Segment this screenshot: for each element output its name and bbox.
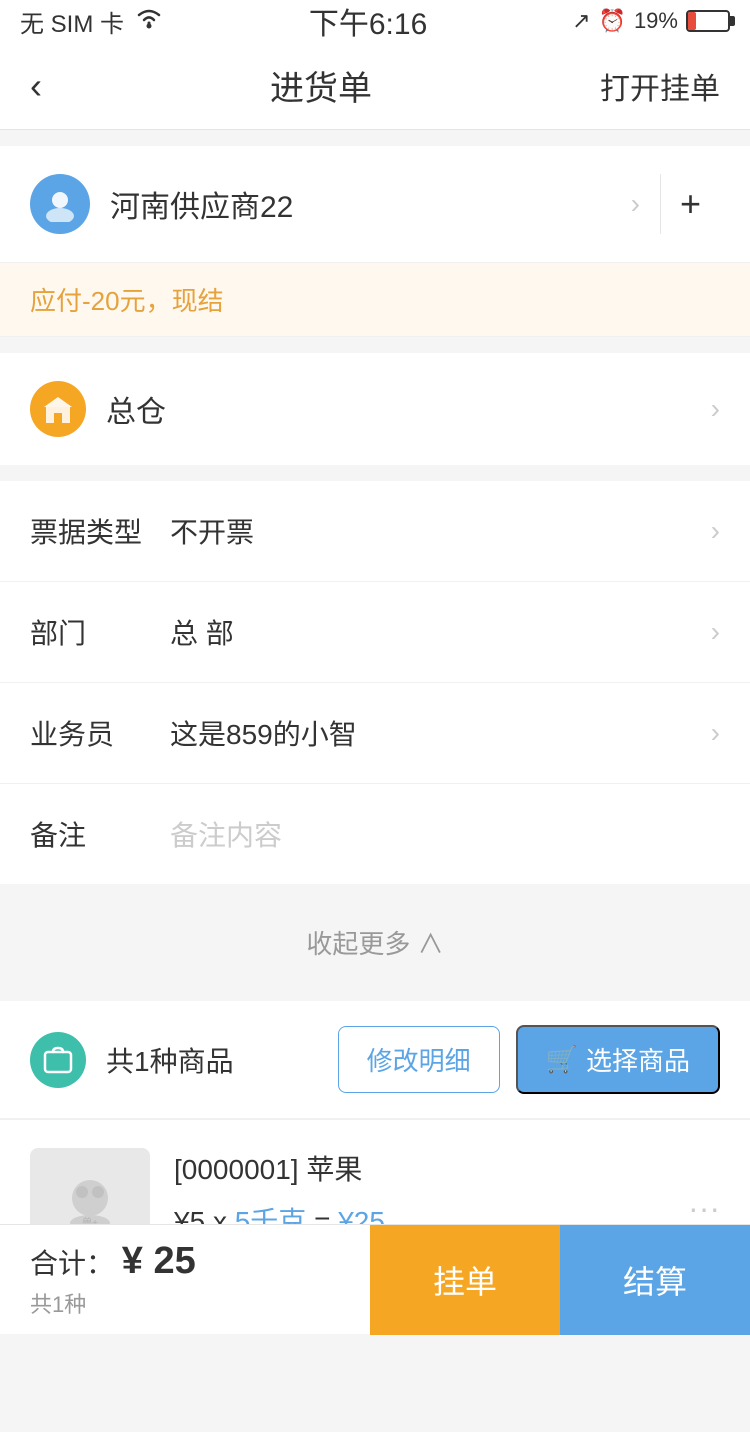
notice-bar: 应付-20元，现结	[0, 263, 750, 337]
divider-top	[0, 130, 750, 146]
dept-value: 总 部	[170, 612, 711, 652]
remark-input[interactable]: 备注内容	[170, 814, 720, 854]
dept-row[interactable]: 部门 总 部 ›	[0, 582, 750, 683]
dept-label: 部门	[30, 612, 170, 652]
cart-icon: 🛒	[546, 1044, 578, 1075]
divider-products	[0, 985, 750, 1001]
sales-value: 这是859的小智	[170, 713, 711, 753]
checkout-button[interactable]: 结算	[560, 1225, 750, 1335]
dept-chevron-icon: ›	[711, 616, 720, 648]
remark-row[interactable]: 备注 备注内容	[0, 784, 750, 884]
sales-chevron-icon: ›	[711, 717, 720, 749]
total-label: 合计：	[30, 1248, 114, 1279]
warehouse-name: 总仓	[106, 387, 711, 431]
supplier-name: 河南供应商22	[110, 182, 631, 226]
status-right: ↗ ⏰ 19%	[572, 8, 730, 34]
status-left: 无 SIM 卡	[20, 4, 164, 39]
hold-button[interactable]: 挂单	[370, 1225, 560, 1335]
products-icon	[30, 1032, 86, 1088]
open-pending-button[interactable]: 打开挂单	[600, 64, 720, 108]
total-amount: ¥ 25	[122, 1240, 196, 1282]
product-name: [0000001] 苹果	[174, 1148, 688, 1188]
bottom-bar: 合计： ¥ 25 共1种 挂单 结算	[0, 1224, 750, 1334]
nav-bar: ‹ 进货单 打开挂单	[0, 42, 750, 130]
back-button[interactable]: ‹	[30, 65, 42, 107]
sales-row[interactable]: 业务员 这是859的小智 ›	[0, 683, 750, 784]
warehouse-icon	[30, 381, 86, 437]
time-display: 下午6:16	[309, 0, 427, 43]
total-section: 合计： ¥ 25 共1种	[0, 1240, 370, 1319]
invoice-chevron-icon: ›	[711, 515, 720, 547]
add-supplier-button[interactable]: +	[660, 174, 720, 234]
carrier-label: 无 SIM 卡	[20, 4, 124, 39]
sales-label: 业务员	[30, 713, 170, 753]
location-icon: ↗	[572, 8, 590, 34]
supplier-chevron-icon: ›	[631, 188, 640, 220]
supplier-row[interactable]: 河南供应商22 › +	[0, 146, 750, 263]
supplier-avatar	[30, 174, 90, 234]
warehouse-section: 总仓 ›	[0, 353, 750, 465]
products-count: 共1种商品	[106, 1040, 338, 1080]
product-code: [0000001]	[174, 1154, 299, 1185]
select-product-label: 选择商品	[586, 1041, 690, 1078]
invoice-label: 票据类型	[30, 511, 170, 551]
product-more-button[interactable]: ···	[688, 1190, 720, 1227]
total-row: 合计： ¥ 25	[30, 1240, 340, 1283]
edit-details-button[interactable]: 修改明细	[338, 1026, 500, 1093]
battery-icon	[686, 10, 730, 32]
product-title: 苹果	[306, 1154, 362, 1185]
form-section: 票据类型 不开票 › 部门 总 部 › 业务员 这是859的小智 › 备注 备注…	[0, 481, 750, 884]
products-header: 共1种商品 修改明细 🛒 选择商品	[0, 1001, 750, 1119]
alarm-icon: ⏰	[599, 8, 626, 34]
remark-label: 备注	[30, 814, 170, 854]
invoice-value: 不开票	[170, 511, 711, 551]
select-product-button[interactable]: 🛒 选择商品	[516, 1025, 720, 1094]
invoice-row[interactable]: 票据类型 不开票 ›	[0, 481, 750, 582]
page-title: 进货单	[270, 61, 372, 110]
supplier-section: 河南供应商22 › + 应付-20元，现结	[0, 146, 750, 337]
warehouse-row[interactable]: 总仓 ›	[0, 353, 750, 465]
warehouse-chevron-icon: ›	[711, 393, 720, 425]
wifi-icon	[134, 7, 164, 36]
status-bar: 无 SIM 卡 下午6:16 ↗ ⏰ 19%	[0, 0, 750, 42]
total-count: 共1种	[30, 1287, 340, 1319]
battery-percent: 19%	[634, 8, 678, 34]
collapse-bar[interactable]: 收起更多 ∧	[0, 900, 750, 985]
